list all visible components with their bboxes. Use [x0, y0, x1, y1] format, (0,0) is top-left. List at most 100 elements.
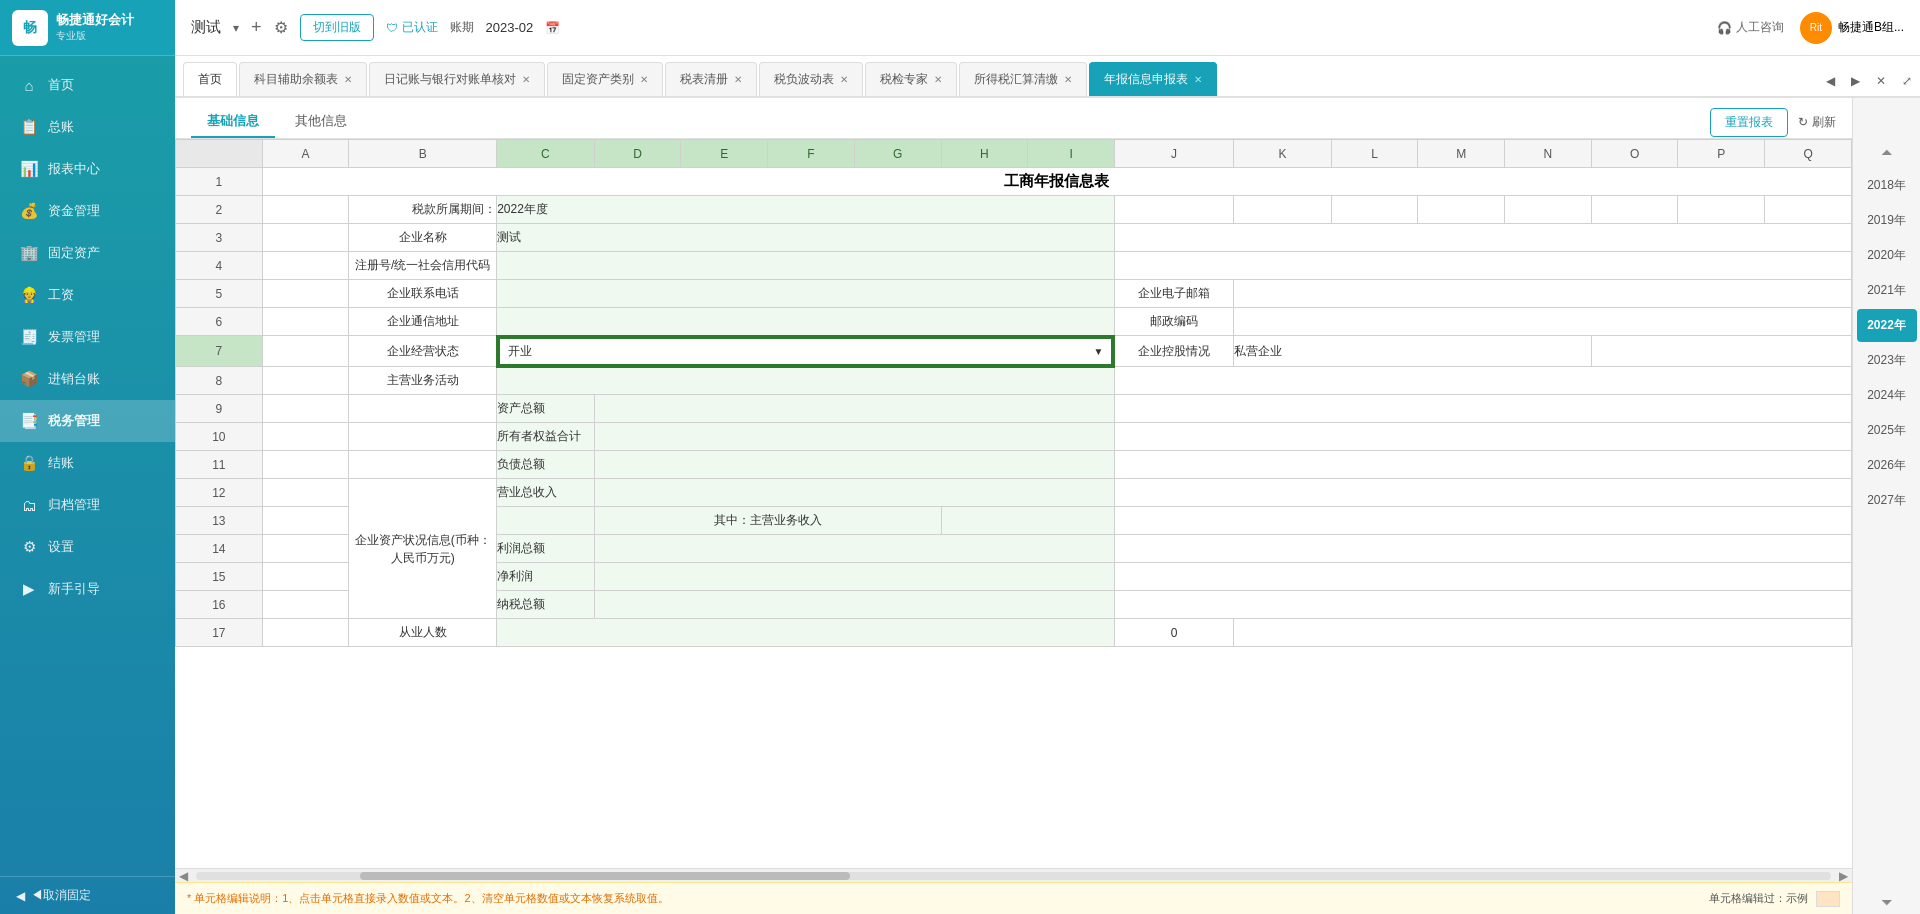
- cell-A7[interactable]: [262, 336, 349, 367]
- close-icon[interactable]: ✕: [840, 74, 848, 85]
- cell-J9[interactable]: [1114, 395, 1851, 423]
- tab-aux[interactable]: 科目辅助余额表 ✕: [239, 62, 367, 96]
- cell-A13[interactable]: [262, 507, 349, 535]
- tab-fixed[interactable]: 固定资产类别 ✕: [547, 62, 663, 96]
- tab-tax-inspect[interactable]: 税检专家 ✕: [865, 62, 957, 96]
- topbar-dropdown-btn[interactable]: ▾: [233, 21, 239, 35]
- cell-D12[interactable]: [594, 479, 1114, 507]
- sidebar-item-ledger[interactable]: 📋 总账: [0, 106, 175, 148]
- year-btn-2023[interactable]: 2023年: [1857, 344, 1917, 377]
- col-header-J[interactable]: J: [1114, 140, 1233, 168]
- cell-D16[interactable]: [594, 591, 1114, 619]
- col-header-B[interactable]: B: [349, 140, 497, 168]
- cell-J11[interactable]: [1114, 451, 1851, 479]
- cell-C9[interactable]: 资产总额: [497, 395, 595, 423]
- cell-C8[interactable]: [497, 367, 1115, 395]
- cell-A11[interactable]: [262, 451, 349, 479]
- reset-report-btn[interactable]: 重置报表: [1710, 108, 1788, 137]
- col-header-N[interactable]: N: [1505, 140, 1592, 168]
- cell-C14[interactable]: 利润总额: [497, 535, 595, 563]
- year-btn-2024[interactable]: 2024年: [1857, 379, 1917, 412]
- col-header-P[interactable]: P: [1678, 140, 1765, 168]
- cell-J14[interactable]: [1114, 535, 1851, 563]
- sidebar-item-invoice[interactable]: 🧾 发票管理: [0, 316, 175, 358]
- scroll-right-btn[interactable]: ▶: [1835, 869, 1852, 883]
- year-btn-2020[interactable]: 2020年: [1857, 239, 1917, 272]
- cell-C11[interactable]: 负债总额: [497, 451, 595, 479]
- cell-C16[interactable]: 纳税总额: [497, 591, 595, 619]
- sidebar-item-purchase-sale[interactable]: 📦 进销台账: [0, 358, 175, 400]
- cell-J16[interactable]: [1114, 591, 1851, 619]
- sidebar-item-tax[interactable]: 📑 税务管理: [0, 400, 175, 442]
- close-icon[interactable]: ✕: [734, 74, 742, 85]
- close-icon[interactable]: ✕: [1064, 74, 1072, 85]
- inner-tab-basic[interactable]: 基础信息: [191, 106, 275, 138]
- cell-B4[interactable]: 注册号/统一社会信用代码: [349, 252, 497, 280]
- scroll-thumb[interactable]: [360, 872, 851, 880]
- cell-K17[interactable]: [1234, 619, 1852, 647]
- cell-K5[interactable]: [1234, 280, 1852, 308]
- cell-B6[interactable]: 企业通信地址: [349, 308, 497, 336]
- cell-J2[interactable]: [1114, 196, 1233, 224]
- col-header-L[interactable]: L: [1331, 140, 1418, 168]
- refresh-btn[interactable]: ↻ 刷新: [1798, 114, 1836, 131]
- cell-M2[interactable]: [1418, 196, 1505, 224]
- sidebar-item-fixed-assets[interactable]: 🏢 固定资产: [0, 232, 175, 274]
- cell-P2[interactable]: [1678, 196, 1765, 224]
- col-header-D[interactable]: D: [594, 140, 681, 168]
- cell-C7-dropdown[interactable]: 开业 ▼: [497, 336, 1115, 367]
- year-btn-2026[interactable]: 2026年: [1857, 449, 1917, 482]
- switch-old-btn[interactable]: 切到旧版: [300, 14, 374, 41]
- cell-Q2[interactable]: [1765, 196, 1852, 224]
- cell-A17[interactable]: [262, 619, 349, 647]
- tab-income-tax[interactable]: 所得税汇算清缴 ✕: [959, 62, 1087, 96]
- cell-B2[interactable]: 税款所属期间：: [349, 196, 497, 224]
- tab-close-btn[interactable]: ✕: [1868, 66, 1894, 96]
- sidebar-item-funds[interactable]: 💰 资金管理: [0, 190, 175, 232]
- cell-J3[interactable]: [1114, 224, 1851, 252]
- col-header-M[interactable]: M: [1418, 140, 1505, 168]
- cell-B3[interactable]: 企业名称: [349, 224, 497, 252]
- sidebar-item-guide[interactable]: ▶ 新手引导: [0, 568, 175, 610]
- cell-D13[interactable]: 其中：主营业务收入: [594, 507, 941, 535]
- cell-C5[interactable]: [497, 280, 1115, 308]
- service-btn[interactable]: 🎧 人工咨询: [1717, 19, 1784, 36]
- cell-B7[interactable]: 企业经营状态: [349, 336, 497, 367]
- cell-A9[interactable]: [262, 395, 349, 423]
- sidebar-item-report[interactable]: 📊 报表中心: [0, 148, 175, 190]
- col-header-H[interactable]: H: [941, 140, 1028, 168]
- cell-D11[interactable]: [594, 451, 1114, 479]
- year-panel-down-btn[interactable]: ⏷: [1853, 890, 1920, 914]
- cell-B10[interactable]: [349, 423, 497, 451]
- cell-B8[interactable]: 主营业务活动: [349, 367, 497, 395]
- col-header-O[interactable]: O: [1591, 140, 1678, 168]
- scroll-track[interactable]: [196, 872, 1831, 880]
- col-header-C[interactable]: C: [497, 140, 595, 168]
- cell-C15[interactable]: 净利润: [497, 563, 595, 591]
- cell-C3[interactable]: 测试: [497, 224, 1115, 252]
- cell-A3[interactable]: [262, 224, 349, 252]
- year-panel-up-btn[interactable]: ⏶: [1853, 140, 1920, 164]
- sidebar-pin-btn[interactable]: ◀ ◀取消固定: [0, 876, 175, 914]
- col-header-F[interactable]: F: [768, 140, 855, 168]
- cell-J10[interactable]: [1114, 423, 1851, 451]
- cell-A14[interactable]: [262, 535, 349, 563]
- tab-tax-wave[interactable]: 税负波动表 ✕: [759, 62, 863, 96]
- horizontal-scrollbar[interactable]: ◀ ▶: [175, 868, 1852, 882]
- calendar-icon[interactable]: 📅: [545, 21, 560, 35]
- col-header-I[interactable]: I: [1028, 140, 1115, 168]
- cell-K6[interactable]: [1234, 308, 1852, 336]
- col-header-K[interactable]: K: [1234, 140, 1332, 168]
- col-header-A[interactable]: A: [262, 140, 349, 168]
- close-icon[interactable]: ✕: [640, 74, 648, 85]
- cell-J6[interactable]: 邮政编码: [1114, 308, 1233, 336]
- cell-C4[interactable]: [497, 252, 1115, 280]
- year-btn-2021[interactable]: 2021年: [1857, 274, 1917, 307]
- cell-A2[interactable]: [262, 196, 349, 224]
- cell-A16[interactable]: [262, 591, 349, 619]
- cell-J12[interactable]: [1114, 479, 1851, 507]
- cell-C6[interactable]: [497, 308, 1115, 336]
- topbar-add-btn[interactable]: +: [251, 17, 262, 38]
- cell-O7[interactable]: [1591, 336, 1851, 367]
- cell-D9[interactable]: [594, 395, 1114, 423]
